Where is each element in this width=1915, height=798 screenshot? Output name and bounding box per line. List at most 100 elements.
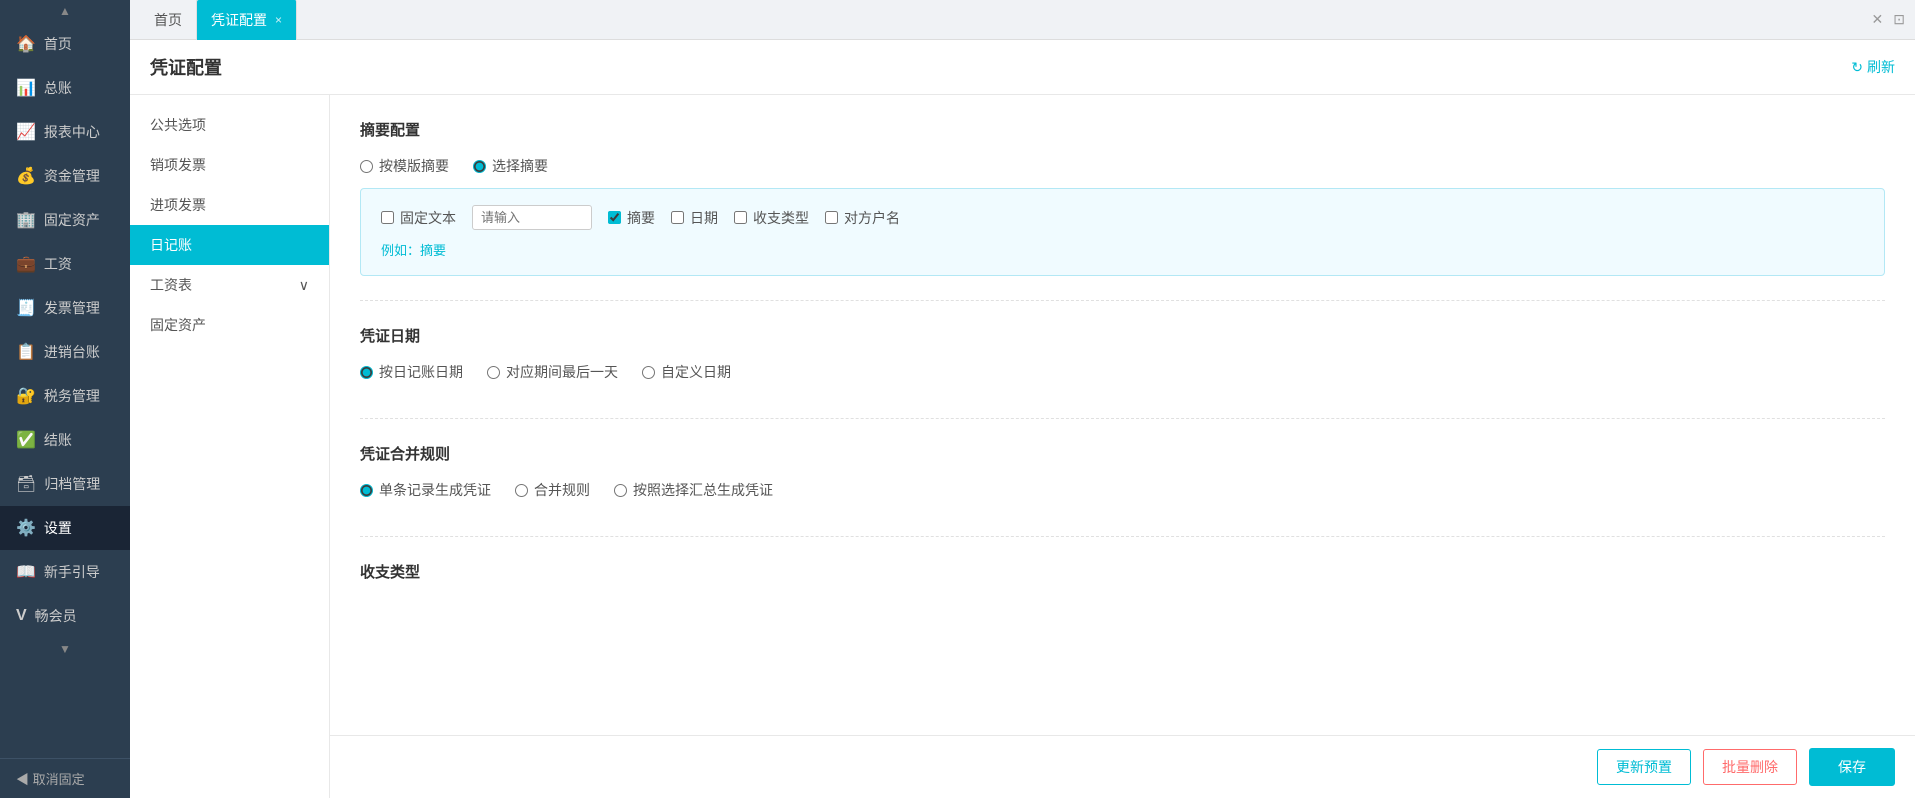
summary-check-label: 摘要 <box>627 208 655 228</box>
update-preview-button[interactable]: 更新预置 <box>1597 749 1691 785</box>
sidebar-scroll-up[interactable]: ▲ <box>0 0 130 22</box>
left-nav-purchase-invoice-label: 进项发票 <box>150 195 206 215</box>
sidebar-item-finance-label: 资金管理 <box>44 166 100 186</box>
sidebar-item-guide[interactable]: 📖 新手引导 <box>0 550 130 594</box>
archive-icon: 🗃 <box>16 474 36 494</box>
summary-radio2[interactable] <box>473 160 486 173</box>
tab-voucher-config[interactable]: 凭证配置 × <box>197 0 297 40</box>
fixed-text-input[interactable] <box>472 205 592 230</box>
summary-checkbox[interactable] <box>608 211 621 224</box>
sidebar-scroll-down[interactable]: ▼ <box>0 638 130 660</box>
date-checkbox[interactable] <box>671 211 684 224</box>
sidebar-item-sales-ledger[interactable]: 📋 进销台账 <box>0 330 130 374</box>
fixed-text-checkbox[interactable] <box>381 211 394 224</box>
sidebar-item-invoice[interactable]: 🧾 发票管理 <box>0 286 130 330</box>
refresh-icon: ↻ <box>1851 59 1863 76</box>
window-close-icon[interactable]: ✕ <box>1872 11 1884 28</box>
right-content: 摘要配置 按模版摘要 选择摘要 <box>330 95 1915 735</box>
assets-icon: 🏢 <box>16 210 36 230</box>
merge-option2[interactable]: 合并规则 <box>515 480 590 500</box>
merge-option1[interactable]: 单条记录生成凭证 <box>360 480 491 500</box>
merge-radio3[interactable] <box>614 484 627 497</box>
counterpart-checkbox[interactable] <box>825 211 838 224</box>
merge-radio2[interactable] <box>515 484 528 497</box>
sidebar-item-salary[interactable]: 💼 工资 <box>0 242 130 286</box>
left-nav-fixed-assets[interactable]: 固定资产 <box>130 305 329 345</box>
sidebar-item-reports[interactable]: 📈 报表中心 <box>0 110 130 154</box>
example-text: 例如：摘要 <box>381 240 1864 259</box>
tax-icon: 🔐 <box>16 386 36 406</box>
summary-option2[interactable]: 选择摘要 <box>473 156 548 176</box>
left-nav-payroll-label: 工资表 <box>150 275 192 295</box>
cancel-fixed-label: ◀ 取消固定 <box>16 769 85 788</box>
date-radio2[interactable] <box>487 366 500 379</box>
left-nav-public[interactable]: 公共选项 <box>130 105 329 145</box>
reports-icon: 📈 <box>16 122 36 142</box>
summary-option1[interactable]: 按模版摘要 <box>360 156 449 176</box>
sidebar-item-ledger-label: 总账 <box>44 78 72 98</box>
merge-section: 凭证合并规则 单条记录生成凭证 合并规则 按照选择汇总生成凭证 <box>360 443 1885 537</box>
date-option3-label: 自定义日期 <box>661 362 731 382</box>
income-type-option[interactable]: 收支类型 <box>734 208 809 228</box>
sidebar-item-ledger[interactable]: 📊 总账 <box>0 66 130 110</box>
summary-option-row: 按模版摘要 选择摘要 <box>360 156 1885 176</box>
summary-check-option[interactable]: 摘要 <box>608 208 655 228</box>
refresh-button[interactable]: ↻ 刷新 <box>1851 57 1895 77</box>
left-nav-payroll[interactable]: 工资表 ∨ <box>130 265 329 305</box>
counterpart-option[interactable]: 对方户名 <box>825 208 900 228</box>
fixed-text-option[interactable]: 固定文本 <box>381 208 456 228</box>
merge-radio1[interactable] <box>360 484 373 497</box>
sidebar-item-closing-label: 结账 <box>44 430 72 450</box>
save-button[interactable]: 保存 <box>1809 748 1895 786</box>
date-option1[interactable]: 按日记账日期 <box>360 362 463 382</box>
summary-radio1[interactable] <box>360 160 373 173</box>
left-nav: 公共选项 销项发票 进项发票 日记账 工资表 ∨ 固定资产 <box>130 95 330 798</box>
date-radio1[interactable] <box>360 366 373 379</box>
sidebar-item-archive[interactable]: 🗃 归档管理 <box>0 462 130 506</box>
sidebar-item-salary-label: 工资 <box>44 254 72 274</box>
fixed-text-label: 固定文本 <box>400 208 456 228</box>
tab-close-icon[interactable]: × <box>275 13 282 27</box>
window-restore-icon[interactable]: ⊡ <box>1893 11 1905 28</box>
sidebar-item-tax-label: 税务管理 <box>44 386 100 406</box>
summary-option1-label: 按模版摘要 <box>379 156 449 176</box>
sidebar-item-member[interactable]: V 畅会员 <box>0 594 130 638</box>
sidebar-item-finance[interactable]: 💰 资金管理 <box>0 154 130 198</box>
sidebar-cancel-fixed[interactable]: ◀ 取消固定 <box>0 758 130 798</box>
date-option3[interactable]: 自定义日期 <box>642 362 731 382</box>
tab-home-label: 首页 <box>154 10 182 30</box>
date-option2[interactable]: 对应期间最后一天 <box>487 362 618 382</box>
batch-delete-button[interactable]: 批量删除 <box>1703 749 1797 785</box>
sidebar-item-home-label: 首页 <box>44 34 72 54</box>
merge-option3[interactable]: 按照选择汇总生成凭证 <box>614 480 773 500</box>
refresh-label: 刷新 <box>1867 57 1895 77</box>
sidebar-item-settings[interactable]: ⚙️ 设置 <box>0 506 130 550</box>
sidebar-item-closing[interactable]: ✅ 结账 <box>0 418 130 462</box>
salary-icon: 💼 <box>16 254 36 274</box>
income-type-checkbox[interactable] <box>734 211 747 224</box>
sidebar-item-sales-ledger-label: 进销台账 <box>44 342 100 362</box>
left-nav-purchase-invoice[interactable]: 进项发票 <box>130 185 329 225</box>
sidebar-item-assets[interactable]: 🏢 固定资产 <box>0 198 130 242</box>
income-section: 收支类型 <box>360 561 1885 622</box>
date-check-option[interactable]: 日期 <box>671 208 718 228</box>
sidebar-item-assets-label: 固定资产 <box>44 210 100 230</box>
summary-options-row: 固定文本 摘要 日期 <box>381 205 1864 230</box>
date-option1-label: 按日记账日期 <box>379 362 463 382</box>
left-nav-sales-invoice[interactable]: 销项发票 <box>130 145 329 185</box>
page-title: 凭证配置 <box>150 54 222 80</box>
counterpart-label: 对方户名 <box>844 208 900 228</box>
sidebar-item-archive-label: 归档管理 <box>44 474 100 494</box>
left-nav-diary[interactable]: 日记账 <box>130 225 329 265</box>
left-nav-diary-label: 日记账 <box>150 235 192 255</box>
sidebar-item-tax[interactable]: 🔐 税务管理 <box>0 374 130 418</box>
bottom-bar: 更新预置 批量删除 保存 <box>330 735 1915 798</box>
tab-window-controls: ✕ ⊡ <box>1872 11 1905 28</box>
merge-option3-label: 按照选择汇总生成凭证 <box>633 480 773 500</box>
settings-icon: ⚙️ <box>16 518 36 538</box>
sidebar-item-home[interactable]: 🏠 首页 <box>0 22 130 66</box>
tab-home[interactable]: 首页 <box>140 0 197 40</box>
date-radio3[interactable] <box>642 366 655 379</box>
content-layout: 公共选项 销项发票 进项发票 日记账 工资表 ∨ 固定资产 <box>130 95 1915 798</box>
sidebar-item-member-label: 畅会员 <box>35 606 77 626</box>
